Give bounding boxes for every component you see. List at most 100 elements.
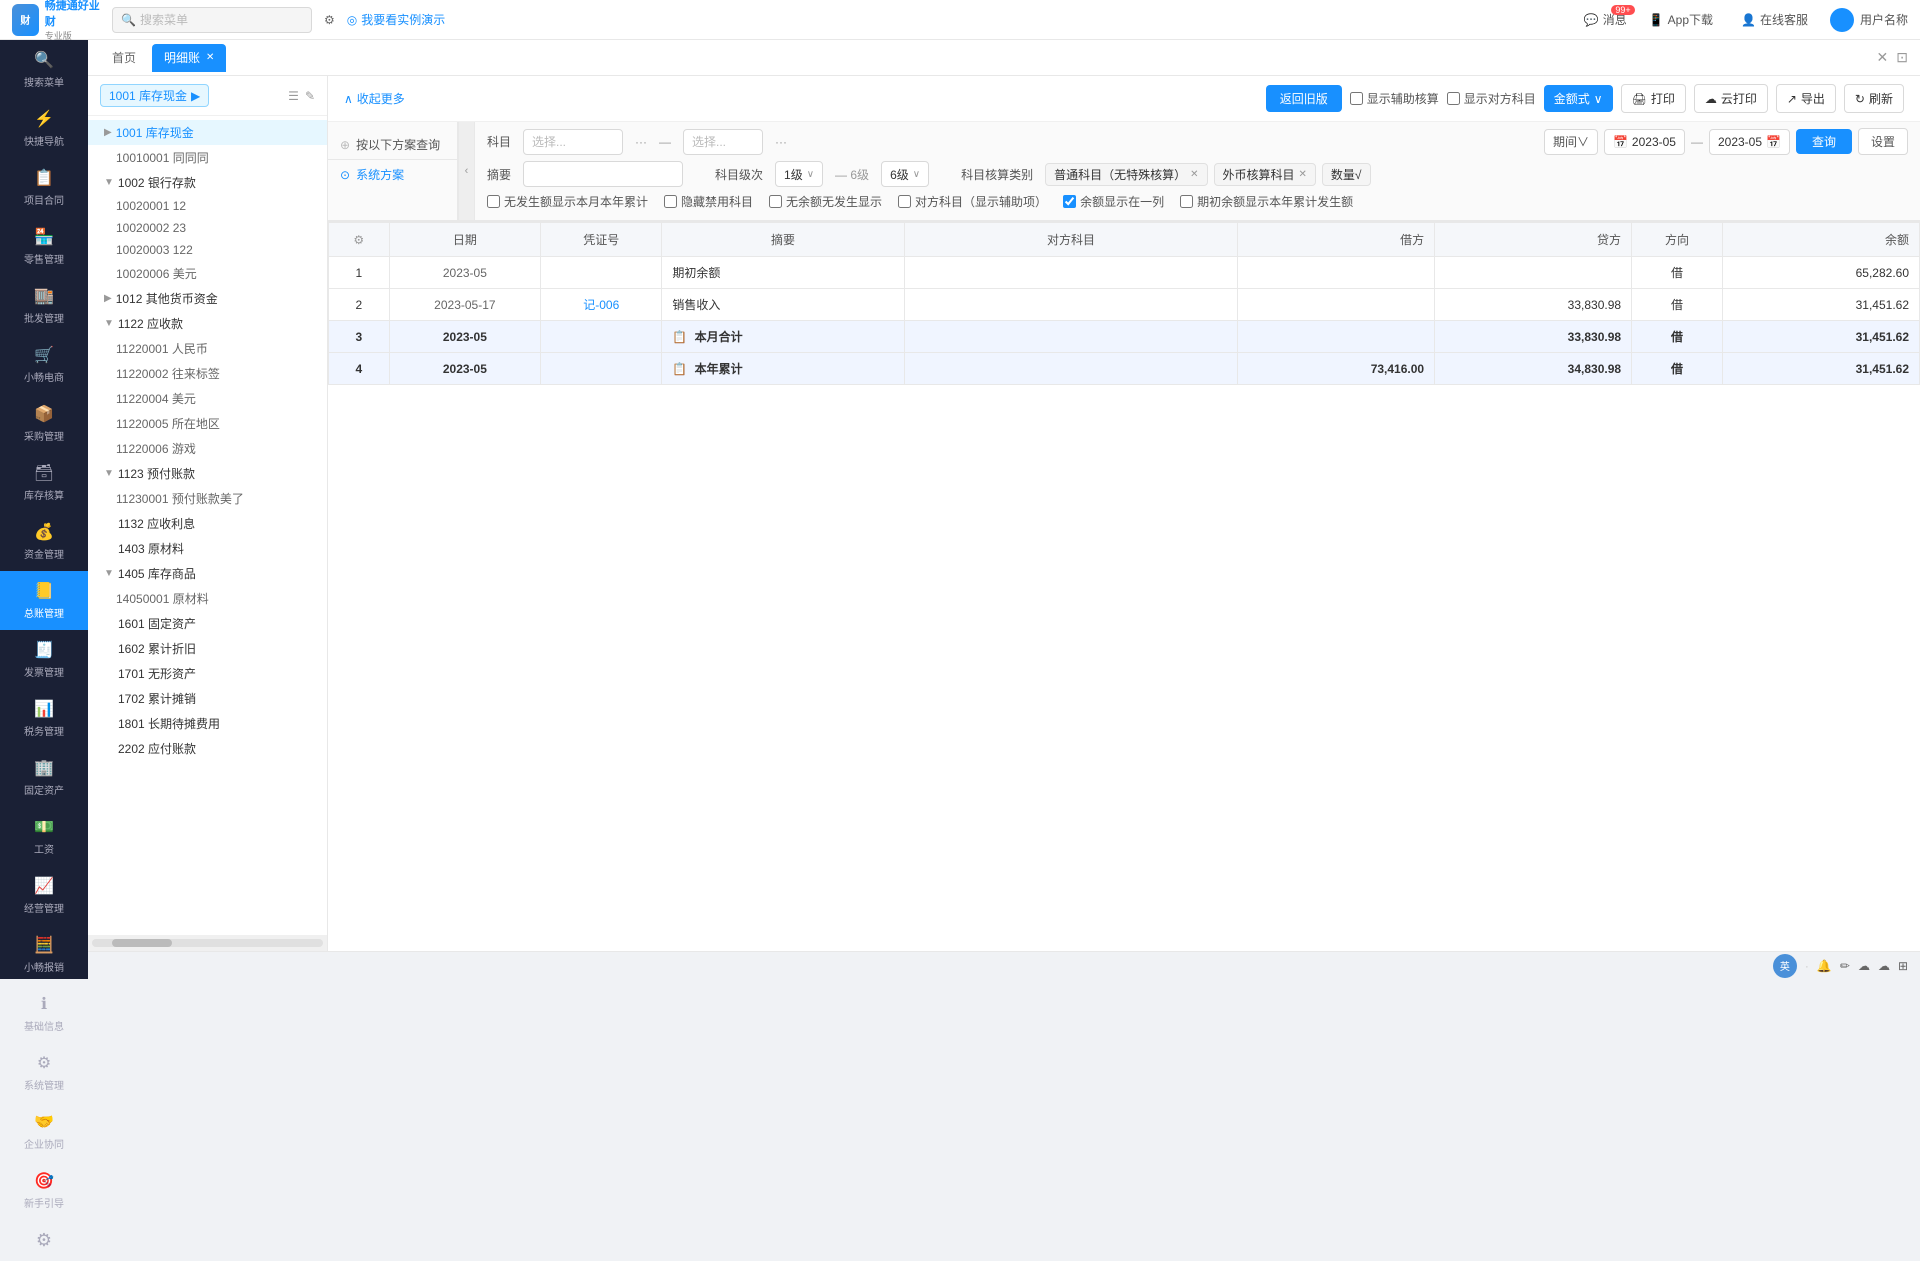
print-btn[interactable]: 🖨 打印: [1621, 84, 1686, 113]
gear-settings[interactable]: ⚙: [324, 13, 335, 27]
sidebar-item-wholesale[interactable]: 🏬 批发管理: [0, 276, 88, 335]
tree-item-1602[interactable]: 1602 累计折旧: [88, 636, 327, 661]
col-gear[interactable]: ⚙: [329, 223, 390, 257]
checkbox-show-one-col-input[interactable]: [1063, 195, 1076, 208]
lang-switch-btn[interactable]: 英: [1773, 954, 1797, 978]
status-icon-2[interactable]: ✏: [1840, 959, 1850, 973]
checkbox-hide-disabled-input[interactable]: [664, 195, 677, 208]
tab-window-close-icon[interactable]: ✕: [1877, 49, 1889, 66]
status-icon-3[interactable]: ☁: [1858, 959, 1870, 973]
sidebar-item-purchase[interactable]: 📦 采购管理: [0, 394, 88, 453]
tree-item-1601[interactable]: 1601 固定资产: [88, 611, 327, 636]
checkbox-no-occur[interactable]: 无发生额显示本月本年累计: [487, 193, 648, 210]
subject-start-input[interactable]: 选择...: [523, 129, 623, 155]
checkbox-no-balance-input[interactable]: [769, 195, 782, 208]
tag-quantity[interactable]: 数量√: [1322, 163, 1371, 186]
tree-edit-icon[interactable]: ✎: [305, 89, 315, 103]
tree-item-1123[interactable]: ▼ 1123 预付账款: [88, 461, 327, 486]
tree-item-11230001[interactable]: 11230001 预付账款美了: [88, 486, 327, 511]
sidebar-item-quick-nav[interactable]: ⚡ 快捷导航: [0, 99, 88, 158]
sidebar-item-ledger[interactable]: 📒 总账管理: [0, 571, 88, 630]
level-start-dropdown[interactable]: 1级 ∨: [775, 161, 823, 187]
tree-item-11220004[interactable]: 11220004 美元: [88, 386, 327, 411]
show-check-input[interactable]: [1350, 92, 1363, 105]
voucher-link-2[interactable]: 记-006: [583, 298, 619, 312]
summary-input[interactable]: [523, 161, 683, 187]
checkbox-show-period[interactable]: 期初余额显示本年累计发生额: [1180, 193, 1353, 210]
status-icon-1[interactable]: 🔔: [1817, 959, 1832, 973]
setting-btn[interactable]: 设置: [1858, 128, 1908, 155]
show-opposite-checkbox[interactable]: 显示对方科目: [1447, 90, 1536, 107]
tree-item-1012[interactable]: ▶ 1012 其他货币资金: [88, 286, 327, 311]
tab-detail[interactable]: 明细账 ✕: [152, 44, 226, 72]
query-help-icon[interactable]: ⊕: [340, 138, 350, 152]
tree-item-11220005[interactable]: 11220005 所在地区: [88, 411, 327, 436]
tree-item-11220001[interactable]: 11220001 人民币: [88, 336, 327, 361]
tab-maximize-icon[interactable]: ⊡: [1896, 49, 1908, 66]
tree-item-14050001[interactable]: 14050001 原材料: [88, 586, 327, 611]
sidebar-item-project[interactable]: 📋 项目合同: [0, 158, 88, 217]
tree-horizontal-scrollbar[interactable]: [88, 935, 327, 951]
tag-foreign-close[interactable]: ✕: [1299, 169, 1307, 180]
tree-item-1405[interactable]: ▼ 1405 库存商品: [88, 561, 327, 586]
checkbox-opposite-input[interactable]: [898, 195, 911, 208]
show-opposite-input[interactable]: [1447, 92, 1460, 105]
sidebar-item-capital[interactable]: 💰 资金管理: [0, 512, 88, 571]
sidebar-item-system[interactable]: ⚙ 系统管理: [0, 1043, 88, 1102]
online-service-btn[interactable]: 👤 在线客服: [1735, 11, 1814, 28]
system-plan-option[interactable]: ⊙ 系统方案: [328, 160, 457, 189]
tree-item-1801[interactable]: 1801 长期待摊费用: [88, 711, 327, 736]
cloud-print-btn[interactable]: ☁ 云打印: [1694, 84, 1768, 113]
tab-close-icon[interactable]: ✕: [206, 52, 214, 63]
export-btn[interactable]: ↗ 导出: [1776, 84, 1836, 113]
refresh-btn[interactable]: ↻ 刷新: [1844, 84, 1904, 113]
tree-item-1132[interactable]: 1132 应收利息: [88, 511, 327, 536]
sidebar-item-fixed-assets[interactable]: 🏢 固定资产: [0, 748, 88, 807]
checkbox-no-occur-input[interactable]: [487, 195, 500, 208]
tree-item-1122[interactable]: ▼ 1122 应收款: [88, 311, 327, 336]
checkbox-no-balance[interactable]: 无余额无发生显示: [769, 193, 882, 210]
tree-list-icon[interactable]: ☰: [288, 89, 299, 103]
checkbox-hide-disabled[interactable]: 隐藏禁用科目: [664, 193, 753, 210]
tag-normal-close[interactable]: ✕: [1190, 169, 1198, 180]
tab-home[interactable]: 首页: [100, 44, 148, 72]
subject-end-input[interactable]: 选择...: [683, 129, 763, 155]
tree-item-10020002[interactable]: 10020002 23: [88, 217, 327, 239]
sidebar-item-ecommerce[interactable]: 🛒 小畅电商: [0, 335, 88, 394]
tree-item-10020006[interactable]: 10020006 美元: [88, 261, 327, 286]
sidebar-item-payroll[interactable]: 💵 工资: [0, 807, 88, 866]
level-end-dropdown[interactable]: 6级 ∨: [881, 161, 929, 187]
collapse-more-btn[interactable]: ∧ 收起更多: [344, 90, 405, 107]
sidebar-item-invoice[interactable]: 🧾 发票管理: [0, 630, 88, 689]
tree-item-10020001[interactable]: 10020001 12: [88, 195, 327, 217]
tree-item-1002[interactable]: ▼ 1002 银行存款: [88, 170, 327, 195]
user-area[interactable]: 用户名称: [1830, 8, 1908, 32]
sidebar-item-retail[interactable]: 🏪 零售管理: [0, 217, 88, 276]
status-icon-4[interactable]: ☁: [1878, 959, 1890, 973]
checkbox-show-period-input[interactable]: [1180, 195, 1193, 208]
tree-item-10020003[interactable]: 10020003 122: [88, 239, 327, 261]
tree-item-1702[interactable]: 1702 累计摊销: [88, 686, 327, 711]
message-btn[interactable]: 💬 99+ 消息: [1584, 11, 1627, 28]
app-download-btn[interactable]: 📱 App下载: [1643, 11, 1719, 28]
filter-panel-collapse-btn[interactable]: ‹: [459, 122, 475, 220]
tree-item-11220006[interactable]: 11220006 游戏: [88, 436, 327, 461]
sidebar-item-tax[interactable]: 📊 税务管理: [0, 689, 88, 748]
sidebar-item-cooperation[interactable]: 🤝 企业协同: [0, 1102, 88, 1161]
tree-item-1001[interactable]: ▶ 1001 库存现金: [88, 120, 327, 145]
tree-selected-tag[interactable]: 1001 库存现金 ▶: [100, 84, 209, 107]
sidebar-item-search[interactable]: 🔍 搜索菜单: [0, 40, 88, 99]
period-end-date[interactable]: 2023-05 📅: [1709, 129, 1790, 155]
sidebar-item-business[interactable]: 📈 经营管理: [0, 866, 88, 925]
sidebar-item-guide[interactable]: 🎯 新手引导: [0, 1161, 88, 1220]
period-dropdown[interactable]: 期间∨: [1544, 129, 1598, 155]
tree-item-2202[interactable]: 2202 应付账款: [88, 736, 327, 761]
tree-item-1701[interactable]: 1701 无形资产: [88, 661, 327, 686]
tree-item-11220002[interactable]: 11220002 往来标签: [88, 361, 327, 386]
checkbox-opposite[interactable]: 对方科目（显示辅助项）: [898, 193, 1047, 210]
tree-item-10010001[interactable]: 10010001 同同同: [88, 145, 327, 170]
sidebar-item-expense[interactable]: 🧮 小畅报销: [0, 925, 88, 984]
sidebar-bottom-settings[interactable]: ⚙: [0, 1220, 88, 1261]
tree-item-1403[interactable]: 1403 原材料: [88, 536, 327, 561]
sidebar-item-basic-info[interactable]: ℹ 基础信息: [0, 984, 88, 1043]
